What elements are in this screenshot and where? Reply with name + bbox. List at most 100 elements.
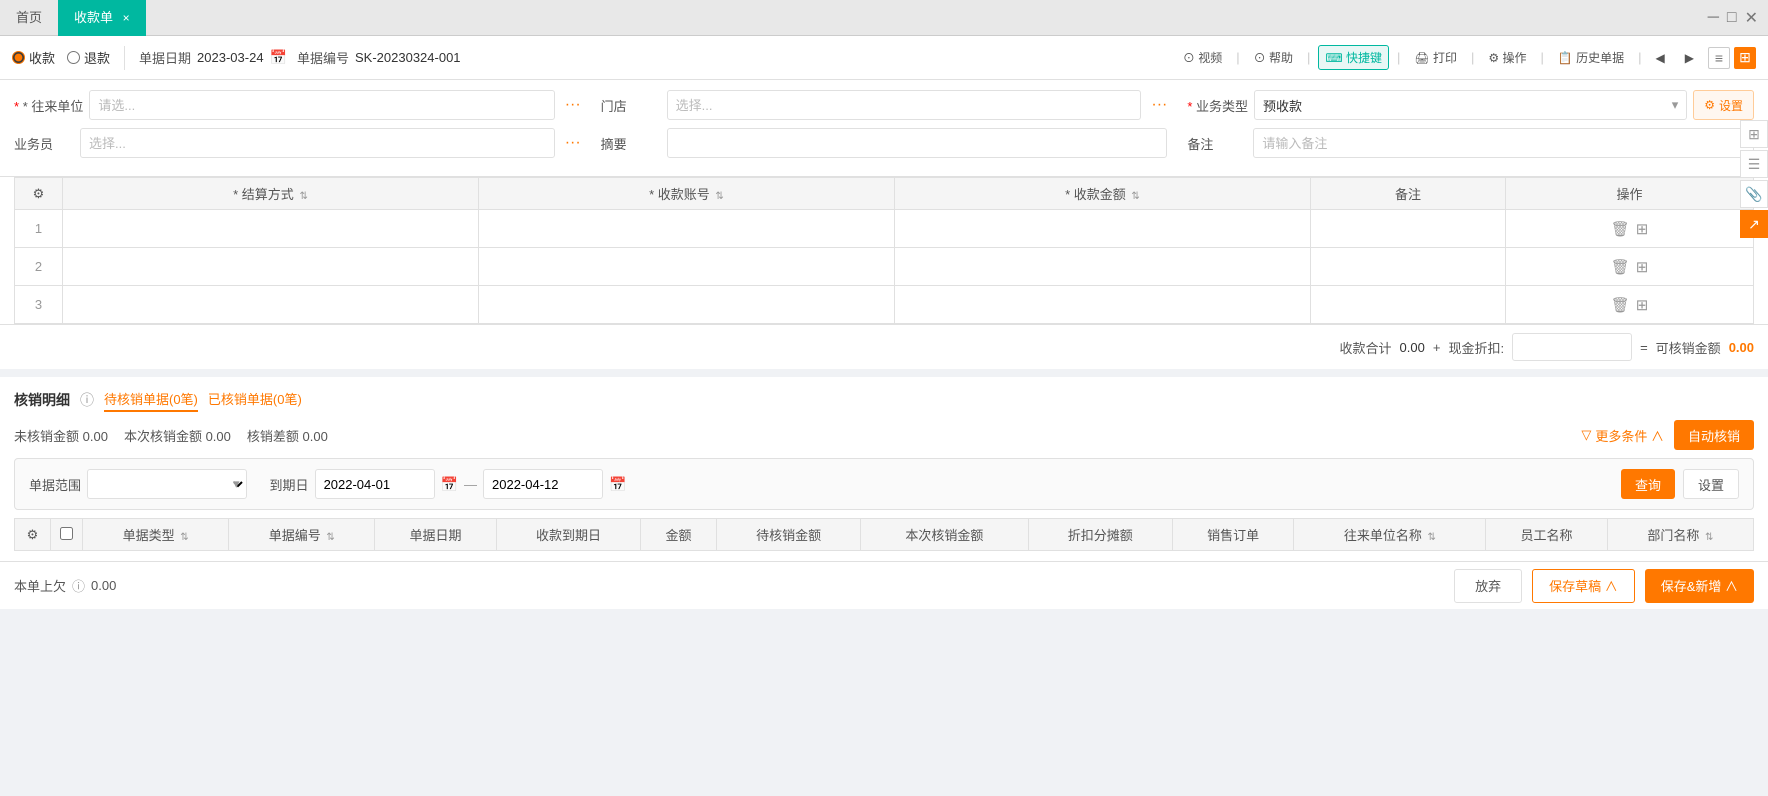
discount-input[interactable]: [1512, 333, 1632, 361]
delete-icon-3[interactable]: 🗑: [1611, 296, 1630, 314]
available-label: 可核销金额: [1656, 338, 1721, 357]
business-type-select[interactable]: 预收款 ▾: [1254, 90, 1687, 120]
td-settlement-3[interactable]: [63, 286, 479, 324]
counterparty-input[interactable]: [89, 90, 554, 120]
hexiao-tab-pending[interactable]: 待核销单据(0笔): [104, 387, 198, 412]
delete-icon-1[interactable]: 🗑: [1611, 220, 1630, 238]
plus-sign: +: [1433, 340, 1441, 355]
right-list-btn[interactable]: ☰: [1740, 150, 1768, 178]
bt-checkbox-header[interactable]: [51, 519, 83, 551]
radio-tuikuan-label: 退款: [84, 48, 110, 67]
video-btn[interactable]: ⊙ 视频: [1177, 46, 1228, 69]
row-num-1: 1: [15, 210, 63, 248]
bt-gear-header[interactable]: ⚙: [15, 519, 51, 551]
select-all-checkbox[interactable]: [60, 527, 73, 540]
hexiao-info-icon[interactable]: ⓘ: [80, 390, 94, 410]
table-gear-header[interactable]: ⚙: [15, 178, 63, 210]
data-table: ⚙ * 结算方式 ⇅ * 收款账号 ⇅ * 收款金额 ⇅ 备注 操作: [14, 177, 1754, 324]
date-from-input[interactable]: [315, 469, 435, 499]
close-icon[interactable]: ✕: [1745, 8, 1758, 28]
settings-button[interactable]: ⚙ 设置: [1693, 90, 1754, 120]
filter-actions: 查询 设置: [1621, 469, 1739, 499]
minimize-icon[interactable]: ─: [1708, 9, 1719, 27]
store-more-icon[interactable]: ···: [1151, 96, 1167, 114]
bt-th-discount: 折扣分摊额: [1028, 519, 1172, 551]
right-expand-btn[interactable]: ↗: [1740, 210, 1768, 238]
hexiao-tab-done[interactable]: 已核销单据(0笔): [208, 387, 302, 412]
sort-dept[interactable]: ⇅: [1705, 532, 1713, 543]
calendar-icon[interactable]: 📅: [270, 49, 287, 66]
help-btn[interactable]: ⊙ 帮助: [1248, 46, 1299, 69]
radio-tuikuan[interactable]: 退款: [67, 48, 110, 67]
td-amount-2[interactable]: [894, 248, 1310, 286]
nav-prev-icon[interactable]: ◀: [1650, 48, 1671, 68]
td-amount-3[interactable]: [894, 286, 1310, 324]
due-date-label: 到期日: [270, 475, 309, 494]
td-settlement-2[interactable]: [63, 248, 479, 286]
nav-next-icon[interactable]: ▶: [1679, 48, 1700, 68]
filter-settings-button[interactable]: 设置: [1683, 469, 1739, 499]
right-attach-btn[interactable]: 📎: [1740, 180, 1768, 208]
tab-home[interactable]: 首页: [0, 0, 58, 36]
layout-list-btn[interactable]: ≡: [1708, 47, 1730, 69]
remark-input[interactable]: [1253, 128, 1754, 158]
save-new-button[interactable]: 保存&新增 ∧: [1645, 569, 1754, 603]
td-account-1[interactable]: [478, 210, 894, 248]
copy-icon-2[interactable]: ⊞: [1636, 258, 1649, 276]
sort-counterparty[interactable]: ⇅: [1427, 532, 1435, 543]
copy-icon-1[interactable]: ⊞: [1636, 220, 1649, 238]
more-filter-btn[interactable]: ▽ 更多条件 ∧: [1581, 426, 1664, 445]
sort-icon-settlement[interactable]: ⇅: [299, 191, 307, 202]
print-btn[interactable]: 🖨 打印: [1408, 46, 1463, 69]
th-remark: 备注: [1310, 178, 1505, 210]
section-divider: [0, 369, 1768, 377]
td-remark-2[interactable]: [1310, 248, 1505, 286]
table-row: 3 🗑 ⊞: [15, 286, 1754, 324]
calendar-from-icon[interactable]: 📅: [441, 476, 458, 493]
layout-grid-btn[interactable]: ⊞: [1734, 47, 1756, 69]
history-btn[interactable]: 📋 历史单据: [1552, 46, 1630, 69]
td-remark-3[interactable]: [1310, 286, 1505, 324]
stat-current: 本次核销金额 0.00: [124, 426, 231, 445]
row-num-2: 2: [15, 248, 63, 286]
counterparty-more-icon[interactable]: ···: [565, 96, 581, 114]
calendar-to-icon[interactable]: 📅: [609, 476, 626, 493]
run-info-icon[interactable]: ⓘ: [72, 576, 85, 595]
remark-label: 备注: [1187, 134, 1247, 153]
td-amount-1[interactable]: [894, 210, 1310, 248]
date-value: 2023-03-24: [197, 50, 264, 65]
copy-icon-3[interactable]: ⊞: [1636, 296, 1649, 314]
tab-shoukudan[interactable]: 收款单 ×: [58, 0, 146, 36]
auto-hexiao-button[interactable]: 自动核销: [1674, 420, 1754, 450]
td-account-2[interactable]: [478, 248, 894, 286]
maximize-icon[interactable]: □: [1727, 9, 1737, 27]
th-account: * 收款账号 ⇅: [478, 178, 894, 210]
sort-type[interactable]: ⇅: [180, 532, 188, 543]
tab-close-icon[interactable]: ×: [123, 11, 130, 25]
shortcut-btn[interactable]: ⌨ 快捷键: [1318, 45, 1389, 70]
radio-shoukuan[interactable]: 收款: [12, 48, 55, 67]
sort-icon-amount[interactable]: ⇅: [1131, 191, 1139, 202]
summary-input[interactable]: [667, 128, 1168, 158]
operation-btn[interactable]: ⚙ 操作: [1482, 46, 1532, 69]
number-value: SK-20230324-001: [355, 50, 461, 65]
salesperson-label: 业务员: [14, 134, 74, 153]
td-remark-1[interactable]: [1310, 210, 1505, 248]
salesperson-input[interactable]: [80, 128, 555, 158]
salesperson-more-icon[interactable]: ···: [565, 134, 581, 152]
sort-number[interactable]: ⇅: [326, 532, 334, 543]
save-draft-button[interactable]: 保存草稿 ∧: [1532, 569, 1635, 603]
right-grid-btn[interactable]: ⊞: [1740, 120, 1768, 148]
due-date-field: 到期日 📅 — 📅: [270, 469, 627, 499]
date-to-input[interactable]: [483, 469, 603, 499]
delete-icon-2[interactable]: 🗑: [1611, 258, 1630, 276]
abandon-button[interactable]: 放弃: [1454, 569, 1522, 603]
sort-icon-account[interactable]: ⇅: [715, 191, 723, 202]
bt-th-date: 单据日期: [375, 519, 496, 551]
td-settlement-1[interactable]: [63, 210, 479, 248]
store-input[interactable]: [667, 90, 1142, 120]
query-button[interactable]: 查询: [1621, 469, 1675, 499]
range-select[interactable]: [87, 469, 247, 499]
td-account-3[interactable]: [478, 286, 894, 324]
range-field: 单据范围 ▾: [29, 469, 240, 499]
